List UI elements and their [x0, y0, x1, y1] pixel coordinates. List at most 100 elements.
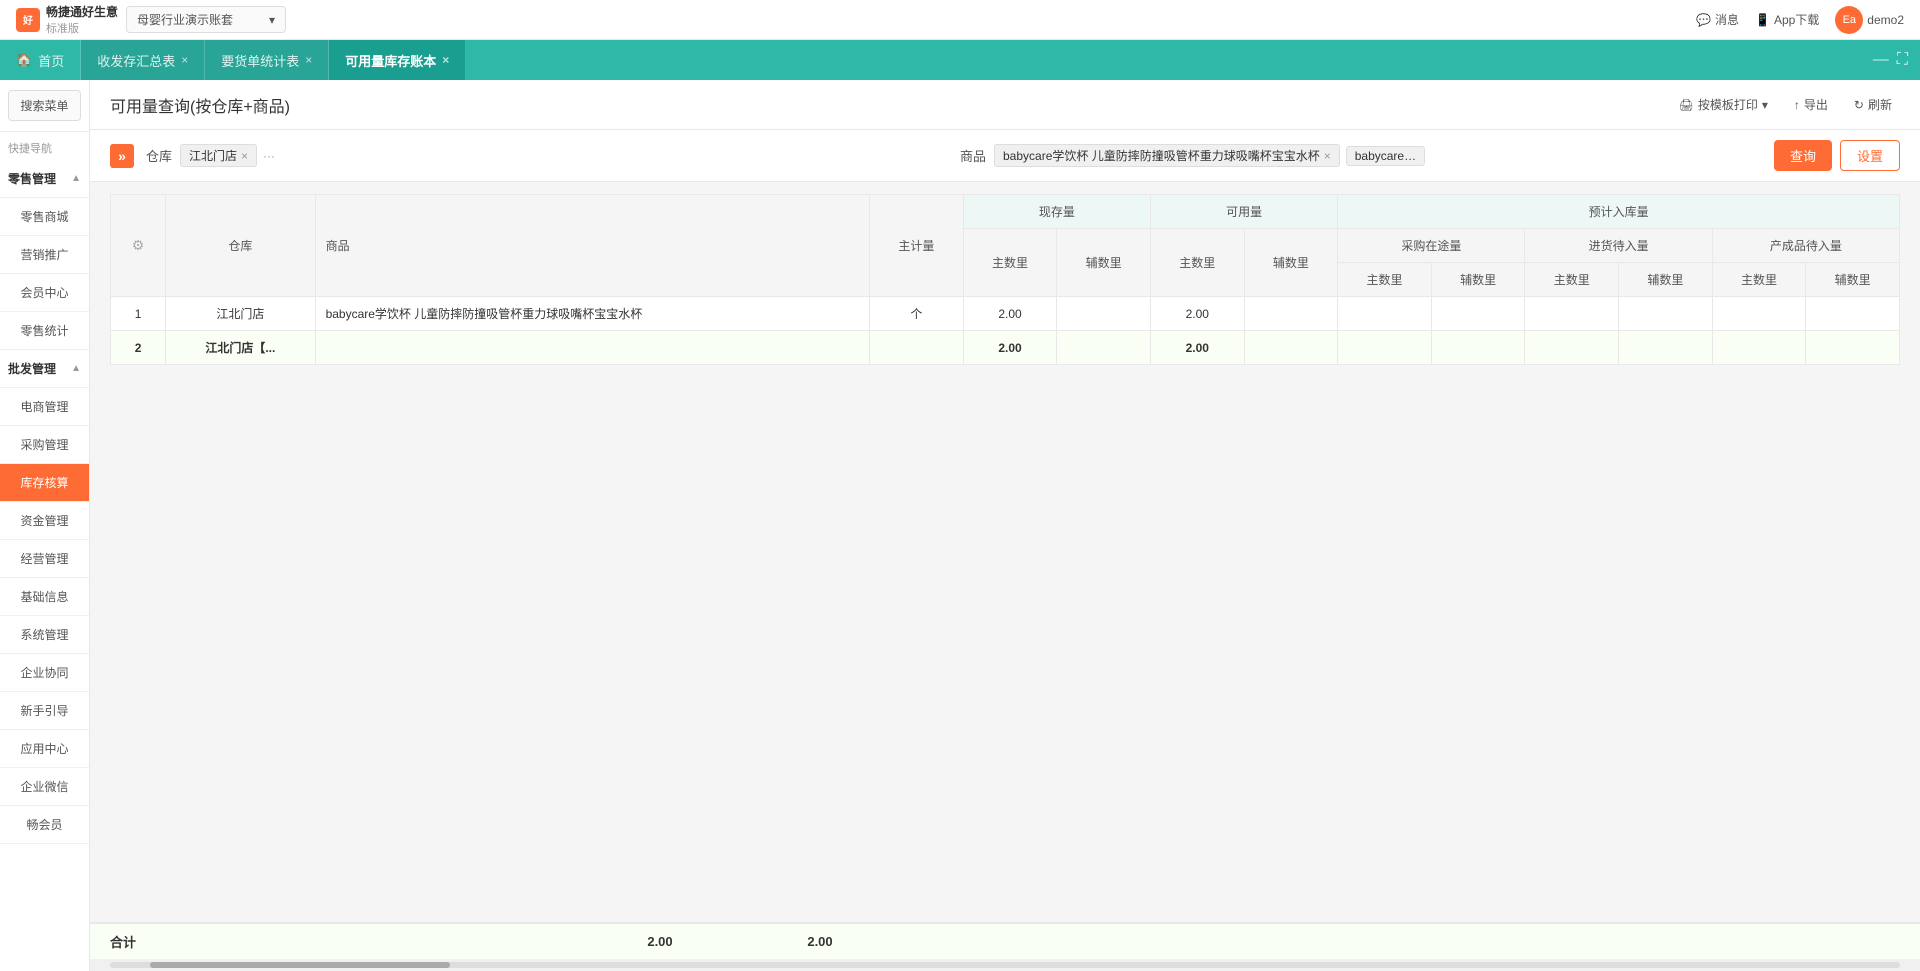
sidebar-item-retail-stat[interactable]: 零售统计: [0, 312, 89, 350]
user-menu[interactable]: Ea demo2: [1835, 6, 1904, 34]
cell-warehouse: 江北门店: [166, 297, 315, 331]
col-current-aux: 辅数里: [1057, 229, 1151, 297]
query-button[interactable]: 查询: [1774, 140, 1832, 171]
sidebar-item-ecommerce[interactable]: 电商管理: [0, 388, 89, 426]
col-forecast-group: 预计入库量: [1338, 195, 1900, 229]
cell-prod-main-2: [1712, 331, 1806, 365]
tab-controls: — ⛶: [1861, 40, 1920, 80]
warehouse-more[interactable]: ···: [263, 149, 275, 163]
message-icon: 💬: [1696, 13, 1711, 27]
page-actions: 🖨 按模板打印 ▾ ↑ 导出 ↻ 刷新: [1671, 92, 1900, 117]
product-filter-tags: babycare学饮杯 儿童防摔防撞吸管杯重力球吸嘴杯宝宝水杯 × babyca…: [994, 144, 1762, 167]
sidebar-item-retail-mgmt[interactable]: 零售管理 ▲: [0, 160, 89, 198]
total-label: 合计: [110, 932, 230, 951]
sidebar-item-wholesale-mgmt[interactable]: 批发管理 ▲: [0, 350, 89, 388]
cell-pur-aux: [1431, 297, 1525, 331]
sidebar-item-marketing[interactable]: 营销推广: [0, 236, 89, 274]
col-current-main: 主数里: [963, 229, 1057, 297]
col-inbound-aux: 辅数里: [1619, 263, 1713, 297]
col-inbound-group: 进货待入量: [1525, 229, 1712, 263]
col-warehouse: 仓库: [166, 195, 315, 297]
cell-num: 1: [111, 297, 166, 331]
sidebar-item-newbie[interactable]: 新手引导: [0, 692, 89, 730]
sidebar-item-system[interactable]: 系统管理: [0, 616, 89, 654]
print-chevron-icon: ▾: [1762, 98, 1768, 112]
user-name: demo2: [1867, 13, 1904, 27]
print-template-button[interactable]: 🖨 按模板打印 ▾: [1671, 92, 1776, 117]
remove-warehouse-tag[interactable]: ×: [241, 149, 248, 163]
export-button[interactable]: ↑ 导出: [1786, 92, 1836, 117]
sidebar-item-basic[interactable]: 基础信息: [0, 578, 89, 616]
product-tag-2: babycare…: [1346, 146, 1425, 166]
table-container: ⚙ 仓库 商品 主计量 现存量 可用量 预计入库量 主数里 辅数里 主数里 辅数…: [90, 182, 1920, 922]
cell-avail-aux-2: [1244, 331, 1338, 365]
col-available-main: 主数里: [1150, 229, 1244, 297]
expand-filter-button[interactable]: »: [110, 144, 134, 168]
logo-icon: 好: [16, 8, 40, 32]
cell-pur-aux-2: [1431, 331, 1525, 365]
col-inbound-main: 主数里: [1525, 263, 1619, 297]
col-settings[interactable]: ⚙: [111, 195, 166, 297]
logo-text: 畅捷通好生意: [46, 3, 118, 20]
col-available-group: 可用量: [1150, 195, 1337, 229]
sidebar-item-wechat[interactable]: 企业微信: [0, 768, 89, 806]
tab-maximize-icon[interactable]: ⛶: [1897, 51, 1908, 69]
warehouse-tag: 江北门店 ×: [180, 144, 257, 167]
col-product-aux: 辅数里: [1806, 263, 1900, 297]
sidebar-item-retail-mall[interactable]: 零售商城: [0, 198, 89, 236]
col-product: 商品: [315, 195, 870, 297]
store-selector[interactable]: 母婴行业演示账套 ▾: [126, 6, 286, 33]
cell-avail-main-2: 2.00: [1150, 331, 1244, 365]
sidebar-item-inventory[interactable]: 库存核算: [0, 464, 89, 502]
col-pur-transit-main: 主数里: [1338, 263, 1432, 297]
cell-warehouse-2: 江北门店【...: [166, 331, 315, 365]
tab-home[interactable]: 🏠 首页: [0, 40, 81, 80]
remove-product-tag-1[interactable]: ×: [1324, 149, 1331, 163]
scroll-thumb[interactable]: [150, 962, 450, 968]
home-icon: 🏠: [16, 52, 32, 68]
tab-bar: 🏠 首页 收发存汇总表 × 要货单统计表 × 可用量库存账本 × — ⛶: [0, 40, 1920, 80]
export-icon: ↑: [1794, 98, 1800, 112]
total-bar: 合计 2.00 2.00: [90, 922, 1920, 959]
cell-inb-aux: [1619, 297, 1713, 331]
product-filter-group: 商品 babycare学饮杯 儿童防摔防撞吸管杯重力球吸嘴杯宝宝水杯 × bab…: [960, 144, 1762, 167]
col-product-group: 产成品待入量: [1712, 229, 1899, 263]
tab-close-receive[interactable]: ×: [181, 53, 188, 67]
tab-order-stat[interactable]: 要货单统计表 ×: [205, 40, 329, 80]
table-row-subtotal: 2 江北门店【... 2.00 2.00: [111, 331, 1900, 365]
refresh-button[interactable]: ↻ 刷新: [1846, 92, 1900, 117]
cell-inb-aux-2: [1619, 331, 1713, 365]
sidebar-item-member[interactable]: 会员中心: [0, 274, 89, 312]
tab-receive[interactable]: 收发存汇总表 ×: [81, 40, 205, 80]
settings-button[interactable]: 设置: [1840, 140, 1900, 171]
col-pur-transit-aux: 辅数里: [1431, 263, 1525, 297]
sidebar-item-enterprise[interactable]: 企业协同: [0, 654, 89, 692]
sidebar-item-purchase[interactable]: 采购管理: [0, 426, 89, 464]
main-layout: 搜索菜单 快捷导航 零售管理 ▲ 零售商城 营销推广 会员中心 零售统计 批发管…: [0, 80, 1920, 971]
total-bar-inner: 合计 2.00 2.00: [110, 932, 1900, 951]
sidebar-item-ops[interactable]: 经营管理: [0, 540, 89, 578]
sidebar-search-button[interactable]: 搜索菜单: [8, 90, 81, 121]
col-available-aux: 辅数里: [1244, 229, 1338, 297]
scroll-track: [110, 962, 1900, 968]
tab-minimize-icon[interactable]: —: [1873, 51, 1889, 69]
cell-num-2: 2: [111, 331, 166, 365]
top-bar-right: 💬 消息 📱 App下载 Ea demo2: [1696, 6, 1904, 34]
warehouse-filter-group: 仓库 江北门店 × ···: [146, 144, 948, 167]
tab-available[interactable]: 可用量库存账本 ×: [329, 40, 466, 80]
table-row: 1 江北门店 babycare学饮杯 儿童防摔防撞吸管杯重力球吸嘴杯宝宝水杯 个…: [111, 297, 1900, 331]
top-bar: 好 畅捷通好生意 标准版 母婴行业演示账套 ▾ 💬 消息 📱 App下载 Ea …: [0, 0, 1920, 40]
tab-close-order[interactable]: ×: [305, 53, 312, 67]
print-icon: 🖨: [1679, 98, 1694, 112]
sidebar: 搜索菜单 快捷导航 零售管理 ▲ 零售商城 营销推广 会员中心 零售统计 批发管…: [0, 80, 90, 971]
app-download-button[interactable]: 📱 App下载: [1755, 11, 1819, 28]
sidebar-item-finance[interactable]: 资金管理: [0, 502, 89, 540]
sidebar-item-member2[interactable]: 畅会员: [0, 806, 89, 844]
cell-unit-2: [870, 331, 964, 365]
tab-close-available[interactable]: ×: [442, 53, 449, 67]
data-table: ⚙ 仓库 商品 主计量 现存量 可用量 预计入库量 主数里 辅数里 主数里 辅数…: [110, 194, 1900, 365]
cell-prod-aux: [1806, 297, 1900, 331]
sidebar-item-apps[interactable]: 应用中心: [0, 730, 89, 768]
message-button[interactable]: 💬 消息: [1696, 11, 1739, 28]
horizontal-scrollbar[interactable]: [90, 959, 1920, 971]
